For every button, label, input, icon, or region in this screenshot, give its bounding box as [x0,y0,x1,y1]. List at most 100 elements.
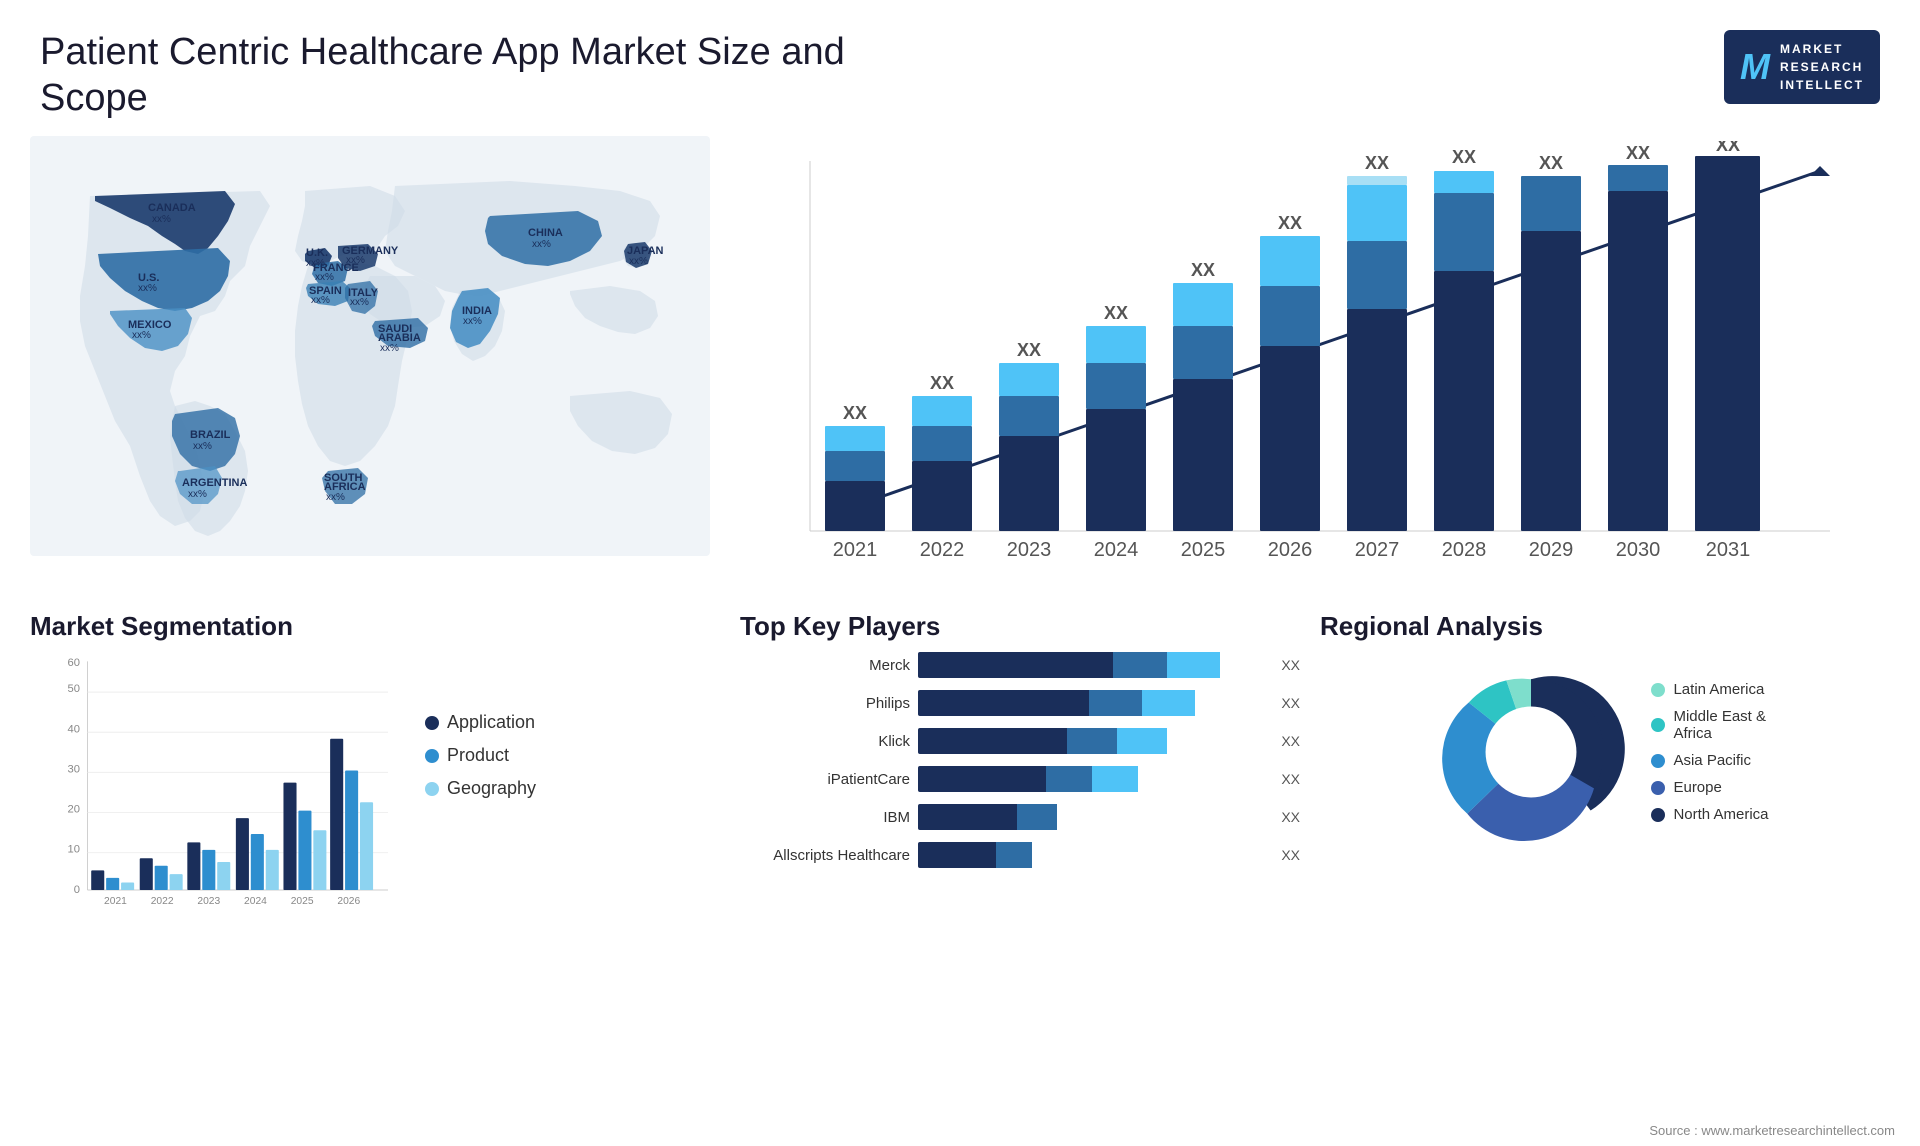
reg-legend-mea: Middle East &Africa [1651,708,1768,742]
players-list: MerckXXPhilipsXXKlickXXiPatientCareXXIBM… [740,652,1300,868]
svg-text:2026: 2026 [337,896,360,907]
svg-text:2024: 2024 [244,896,267,907]
player-row: Allscripts Healthcare XX [740,842,1300,868]
player-value: XX [1281,695,1300,711]
legend-application: Application [425,712,536,733]
svg-text:2027: 2027 [1355,539,1400,561]
player-name: Philips [740,695,910,712]
regional-legend: Latin America Middle East &Africa Asia P… [1651,681,1768,823]
svg-text:xx%: xx% [188,489,207,500]
svg-text:2025: 2025 [1181,539,1226,561]
svg-text:CANADA: CANADA [148,202,196,214]
player-value: XX [1281,733,1300,749]
svg-text:2030: 2030 [1616,539,1661,561]
svg-text:2031: 2031 [1706,539,1751,561]
svg-text:XX: XX [1626,143,1650,163]
segmentation-title: Market Segmentation [30,611,700,642]
svg-text:BRAZIL: BRAZIL [190,429,231,441]
svg-text:2021: 2021 [104,896,127,907]
svg-text:2029: 2029 [1529,539,1574,561]
legend-application-label: Application [447,712,535,733]
player-value: XX [1281,771,1300,787]
svg-text:xx%: xx% [326,492,345,503]
svg-text:XX: XX [1104,303,1128,323]
growth-chart-svg: XX XX XX XX XX [740,141,1860,601]
legend-geography-dot [425,782,439,796]
mea-label: Middle East &Africa [1673,708,1766,742]
lat-am-dot [1651,683,1665,697]
svg-text:xx%: xx% [152,214,171,225]
svg-text:XX: XX [1716,141,1740,155]
svg-text:2023: 2023 [197,896,220,907]
player-row: iPatientCare XX [740,766,1300,792]
players-title: Top Key Players [740,611,1300,642]
legend-product: Product [425,745,536,766]
player-value: XX [1281,847,1300,863]
svg-text:xx%: xx% [346,255,365,266]
svg-text:ARGENTINA: ARGENTINA [182,477,247,489]
svg-text:XX: XX [1278,213,1302,233]
ap-dot [1651,754,1665,768]
donut-chart-svg [1431,652,1631,852]
reg-legend-europe: Europe [1651,779,1768,796]
svg-text:2026: 2026 [1268,539,1313,561]
svg-text:xx%: xx% [315,272,334,283]
svg-text:2024: 2024 [1094,539,1139,561]
svg-text:XX: XX [1365,153,1389,173]
svg-text:50: 50 [68,683,80,695]
legend-geography-label: Geography [447,778,536,799]
svg-text:XX: XX [1191,260,1215,280]
page-title: Patient Centric Healthcare App Market Si… [40,30,940,121]
svg-text:XX: XX [930,373,954,393]
svg-text:xx%: xx% [138,283,157,294]
svg-text:20: 20 [68,804,80,816]
na-dot [1651,808,1665,822]
regional-section: Regional Analysis [1310,611,1890,942]
svg-text:0: 0 [74,884,80,896]
legend-product-label: Product [447,745,509,766]
svg-text:xx%: xx% [532,239,551,250]
player-row: MerckXX [740,652,1300,678]
svg-text:xx%: xx% [132,330,151,341]
svg-text:2022: 2022 [151,896,174,907]
player-row: Philips XX [740,690,1300,716]
regional-title: Regional Analysis [1320,611,1880,642]
svg-text:xx%: xx% [463,316,482,327]
donut-wrap: Latin America Middle East &Africa Asia P… [1320,652,1880,852]
svg-text:10: 10 [68,844,80,856]
legend-geography: Geography [425,778,536,799]
svg-text:60: 60 [68,657,80,669]
svg-text:30: 30 [68,764,80,776]
player-name: iPatientCare [740,771,910,788]
player-row: Klick XX [740,728,1300,754]
player-name: Klick [740,733,910,750]
player-name: IBM [740,809,910,826]
svg-text:2023: 2023 [1007,539,1052,561]
players-section: Top Key Players MerckXXPhilipsXXKlickXXi… [730,611,1310,942]
world-map-section: CANADA xx% U.S. xx% MEXICO xx% BRAZIL xx… [20,131,720,611]
bar-chart-section: XX XX XX XX XX [720,131,1900,611]
ap-label: Asia Pacific [1673,752,1751,769]
logo-area: M MARKET RESEARCH INTELLECT [1724,30,1880,104]
player-row: IBM XX [740,804,1300,830]
svg-text:2025: 2025 [291,896,314,907]
mea-dot [1651,718,1665,732]
player-value: XX [1281,809,1300,825]
svg-text:2028: 2028 [1442,539,1487,561]
na-label: North America [1673,806,1768,823]
svg-text:XX: XX [1017,340,1041,360]
svg-text:XX: XX [843,403,867,423]
svg-text:40: 40 [68,723,80,735]
player-name: Allscripts Healthcare [740,847,910,864]
svg-text:xx%: xx% [350,297,369,308]
eu-label: Europe [1673,779,1721,796]
world-map-svg: CANADA xx% U.S. xx% MEXICO xx% BRAZIL xx… [30,136,710,556]
header: Patient Centric Healthcare App Market Si… [0,0,1920,131]
logo-text: MARKET RESEARCH INTELLECT [1780,40,1864,94]
svg-text:XX: XX [1539,153,1563,173]
svg-text:xx%: xx% [629,256,648,267]
eu-dot [1651,781,1665,795]
svg-text:XX: XX [1452,147,1476,167]
legend-application-dot [425,716,439,730]
svg-text:2022: 2022 [920,539,965,561]
